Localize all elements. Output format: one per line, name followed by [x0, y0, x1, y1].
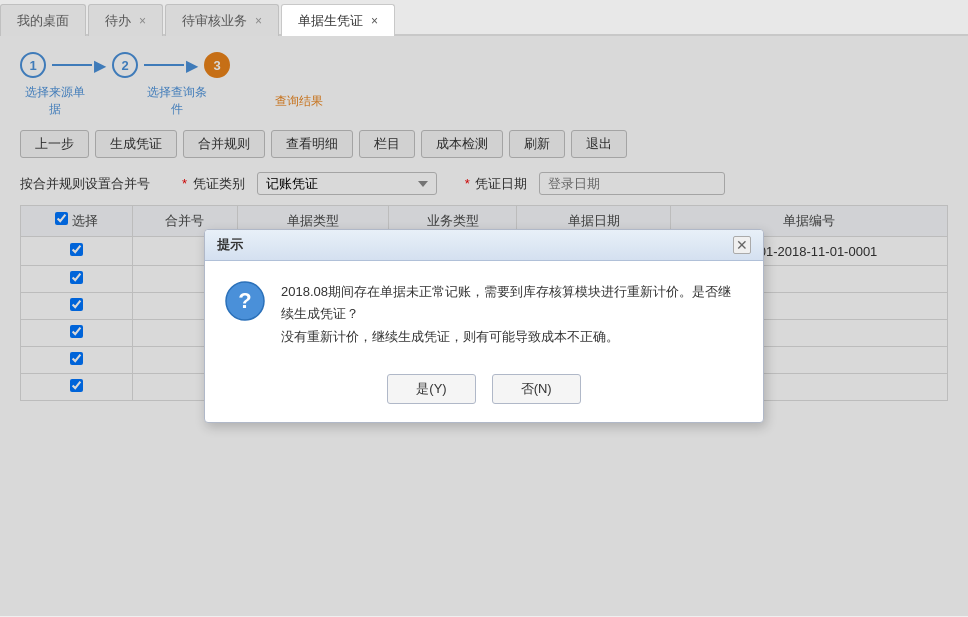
dialog-title: 提示: [217, 236, 243, 254]
tab-review[interactable]: 待审核业务 ×: [165, 4, 279, 36]
question-icon: ?: [225, 281, 265, 321]
tab-pending[interactable]: 待办 ×: [88, 4, 163, 36]
dialog-close-button[interactable]: ✕: [733, 236, 751, 254]
dialog-yes-button[interactable]: 是(Y): [387, 374, 475, 404]
dialog-no-button[interactable]: 否(N): [492, 374, 581, 404]
tab-voucher[interactable]: 单据生凭证 ×: [281, 4, 395, 36]
close-tab-voucher[interactable]: ×: [371, 14, 378, 28]
close-tab-review[interactable]: ×: [255, 14, 262, 28]
dialog-message: 2018.08期间存在单据未正常记账，需要到库存核算模块进行重新计价。是否继续生…: [281, 281, 743, 347]
close-tab-pending[interactable]: ×: [139, 14, 146, 28]
main-content: 1 ▶ 2 ▶ 3 选择来源单据 选择查询条件 查询结果 上一步 生成凭证 合并…: [0, 36, 968, 616]
dialog-body: ? 2018.08期间存在单据未正常记账，需要到库存核算模块进行重新计价。是否继…: [205, 261, 763, 363]
tab-desktop[interactable]: 我的桌面: [0, 4, 86, 36]
dialog-header: 提示 ✕: [205, 230, 763, 261]
svg-text:?: ?: [238, 288, 251, 313]
tab-bar: 我的桌面 待办 × 待审核业务 × 单据生凭证 ×: [0, 0, 968, 36]
dialog-footer: 是(Y) 否(N): [205, 364, 763, 422]
dialog-overlay: 提示 ✕ ? 2018.08期间存在单据未正常记账，需要到库存核算模块进行重新计…: [0, 36, 968, 616]
dialog-box: 提示 ✕ ? 2018.08期间存在单据未正常记账，需要到库存核算模块进行重新计…: [204, 229, 764, 422]
